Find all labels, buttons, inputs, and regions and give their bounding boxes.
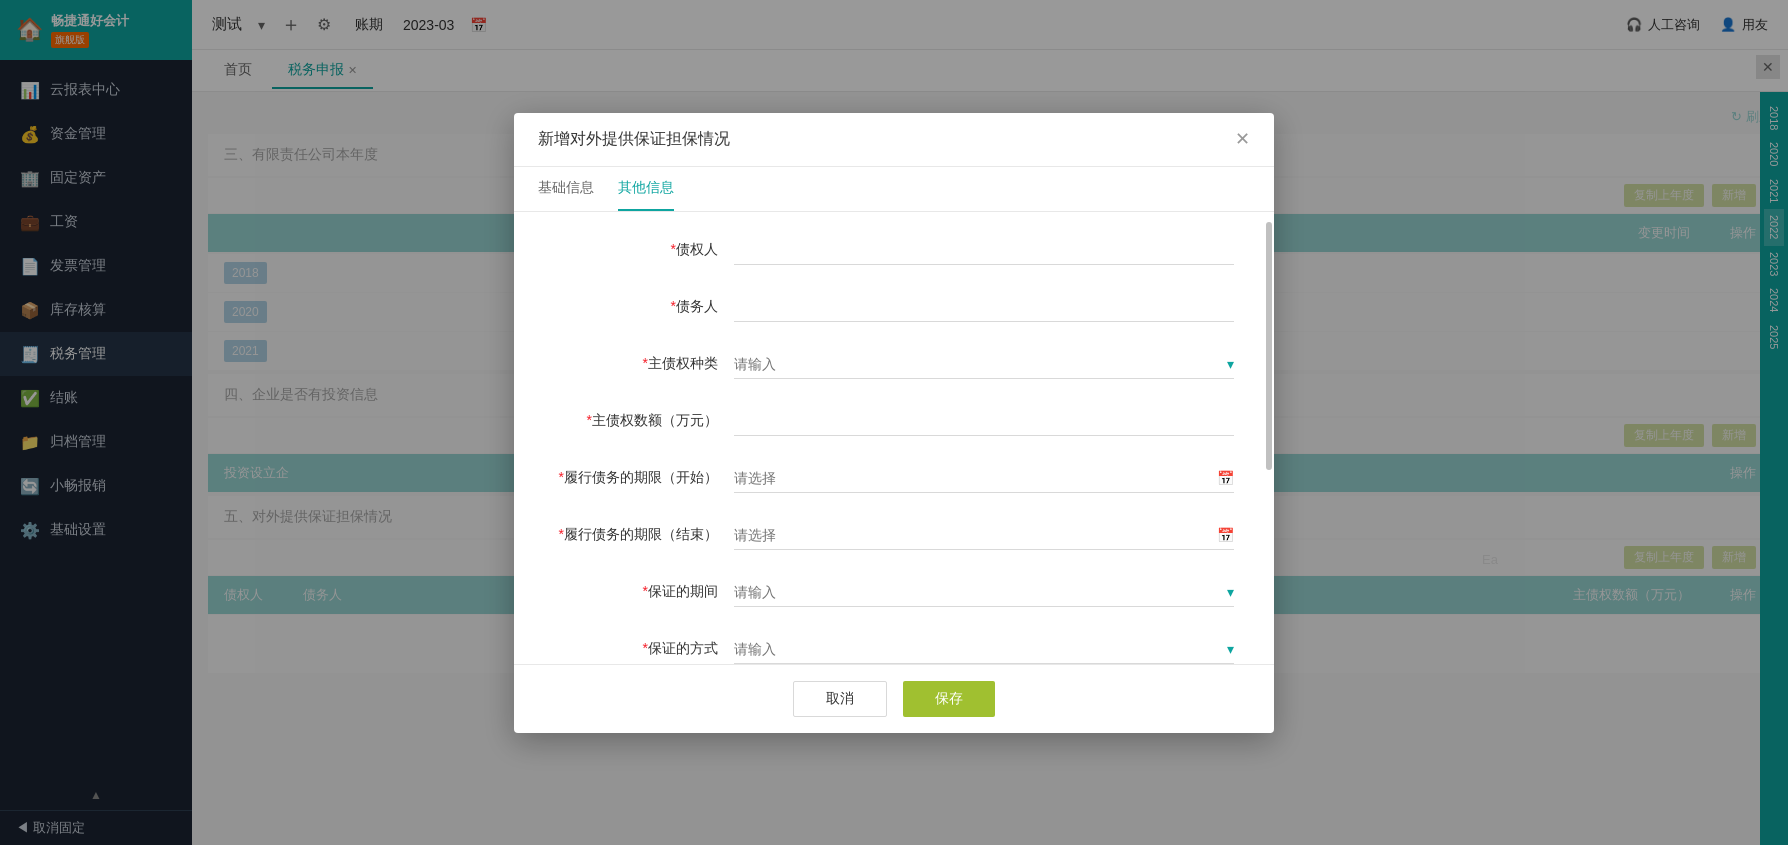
form-group-guarantee-method: *保证的方式 ▾ bbox=[554, 635, 1234, 664]
debt-type-arrow-icon: ▾ bbox=[1227, 356, 1234, 372]
modal-tab-basic[interactable]: 基础信息 bbox=[538, 167, 594, 211]
guarantee-period-label: *保证的期间 bbox=[554, 583, 734, 601]
period-end-calendar-icon: 📅 bbox=[1217, 527, 1234, 543]
period-end-label: *履行债务的期限（结束） bbox=[554, 526, 734, 544]
form-group-debt-amount: *主债权数额（万元） bbox=[554, 407, 1234, 436]
guarantee-method-select[interactable]: ▾ bbox=[734, 635, 1234, 664]
modal-tabs: 基础信息 其他信息 bbox=[514, 167, 1274, 212]
debt-type-input[interactable] bbox=[734, 356, 1227, 372]
modal-header: 新增对外提供保证担保情况 ✕ bbox=[514, 113, 1274, 167]
cancel-button[interactable]: 取消 bbox=[793, 681, 887, 717]
form-group-debtor: *债务人 bbox=[554, 293, 1234, 322]
form-group-period-end: *履行债务的期限（结束） 📅 bbox=[554, 521, 1234, 550]
creditor-label: *债权人 bbox=[554, 241, 734, 259]
debt-type-select[interactable]: ▾ bbox=[734, 350, 1234, 379]
period-end-date[interactable]: 📅 bbox=[734, 521, 1234, 550]
period-start-input[interactable] bbox=[734, 470, 1217, 486]
guarantee-period-input[interactable] bbox=[734, 584, 1227, 600]
debtor-input[interactable] bbox=[734, 293, 1234, 322]
save-button[interactable]: 保存 bbox=[903, 681, 995, 717]
modal: 新增对外提供保证担保情况 ✕ 基础信息 其他信息 *债权人 bbox=[514, 113, 1274, 733]
period-start-calendar-icon: 📅 bbox=[1217, 470, 1234, 486]
modal-close-button[interactable]: ✕ bbox=[1235, 130, 1250, 148]
period-start-label: *履行债务的期限（开始） bbox=[554, 469, 734, 487]
modal-footer: 取消 保存 bbox=[514, 664, 1274, 733]
guarantee-period-select[interactable]: ▾ bbox=[734, 578, 1234, 607]
period-end-input[interactable] bbox=[734, 527, 1217, 543]
period-start-date[interactable]: 📅 bbox=[734, 464, 1234, 493]
form-group-creditor: *债权人 bbox=[554, 236, 1234, 265]
modal-body: *债权人 *债务人 *主债权种类 bbox=[514, 212, 1274, 664]
debt-amount-input[interactable] bbox=[734, 407, 1234, 436]
debtor-label: *债务人 bbox=[554, 298, 734, 316]
debt-type-label: *主债权种类 bbox=[554, 355, 734, 373]
modal-overlay: 新增对外提供保证担保情况 ✕ 基础信息 其他信息 *债权人 bbox=[0, 0, 1788, 845]
modal-tab-other[interactable]: 其他信息 bbox=[618, 167, 674, 211]
guarantee-method-input[interactable] bbox=[734, 641, 1227, 657]
creditor-input[interactable] bbox=[734, 236, 1234, 265]
form-group-guarantee-period: *保证的期间 ▾ bbox=[554, 578, 1234, 607]
scrollbar-thumb[interactable] bbox=[1266, 222, 1272, 471]
debt-amount-label: *主债权数额（万元） bbox=[554, 412, 734, 430]
guarantee-method-label: *保证的方式 bbox=[554, 640, 734, 658]
modal-title: 新增对外提供保证担保情况 bbox=[538, 129, 730, 150]
form-group-debt-type: *主债权种类 ▾ bbox=[554, 350, 1234, 379]
modal-scroll-area: *债权人 *债务人 *主债权种类 bbox=[514, 212, 1274, 664]
form-group-period-start: *履行债务的期限（开始） 📅 bbox=[554, 464, 1234, 493]
guarantee-method-arrow-icon: ▾ bbox=[1227, 641, 1234, 657]
guarantee-period-arrow-icon: ▾ bbox=[1227, 584, 1234, 600]
